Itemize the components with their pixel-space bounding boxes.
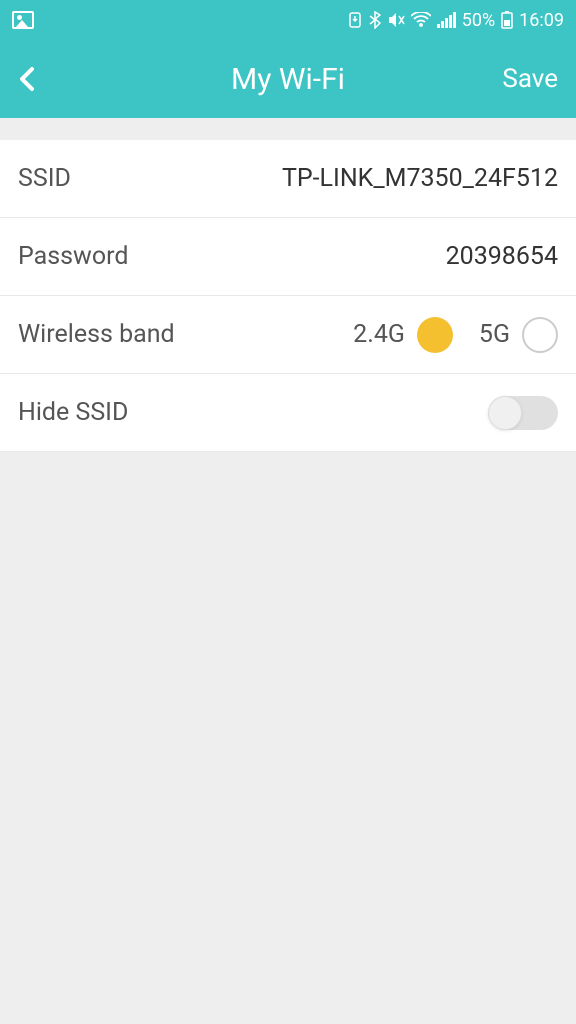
clock-time: 16:09 [519,10,564,31]
password-row[interactable]: Password 20398654 [0,218,576,296]
band-option-5g-radio[interactable] [522,317,558,353]
back-button[interactable] [18,64,36,94]
ssid-value: TP-LINK_M7350_24F512 [282,164,558,193]
hide-ssid-row: Hide SSID [0,374,576,452]
toggle-knob [488,396,522,430]
password-value: 20398654 [446,242,558,271]
wireless-band-row: Wireless band 2.4G 5G [0,296,576,374]
mute-icon [387,12,405,28]
page-title: My Wi-Fi [231,62,345,97]
ssid-label: SSID [18,164,71,193]
wireless-band-label: Wireless band [18,320,175,349]
save-button[interactable]: Save [502,64,558,94]
nav-bar: My Wi-Fi Save [0,40,576,118]
spacer [0,118,576,140]
ssid-row[interactable]: SSID TP-LINK_M7350_24F512 [0,140,576,218]
hide-ssid-label: Hide SSID [18,398,128,427]
battery-percent: 50% [462,10,495,31]
hide-ssid-toggle[interactable] [488,396,558,430]
battery-icon [501,11,513,29]
band-radio-group: 2.4G 5G [353,317,558,353]
signal-icon [437,12,456,28]
download-icon [347,12,363,28]
band-option-5g-label: 5G [479,320,510,349]
bluetooth-icon [369,11,381,29]
picture-icon [12,11,34,29]
password-label: Password [18,242,128,271]
wifi-icon [411,12,431,28]
band-option-24g-radio[interactable] [417,317,453,353]
band-option-24g-label: 2.4G [353,320,405,349]
status-bar: 50% 16:09 [0,0,576,40]
